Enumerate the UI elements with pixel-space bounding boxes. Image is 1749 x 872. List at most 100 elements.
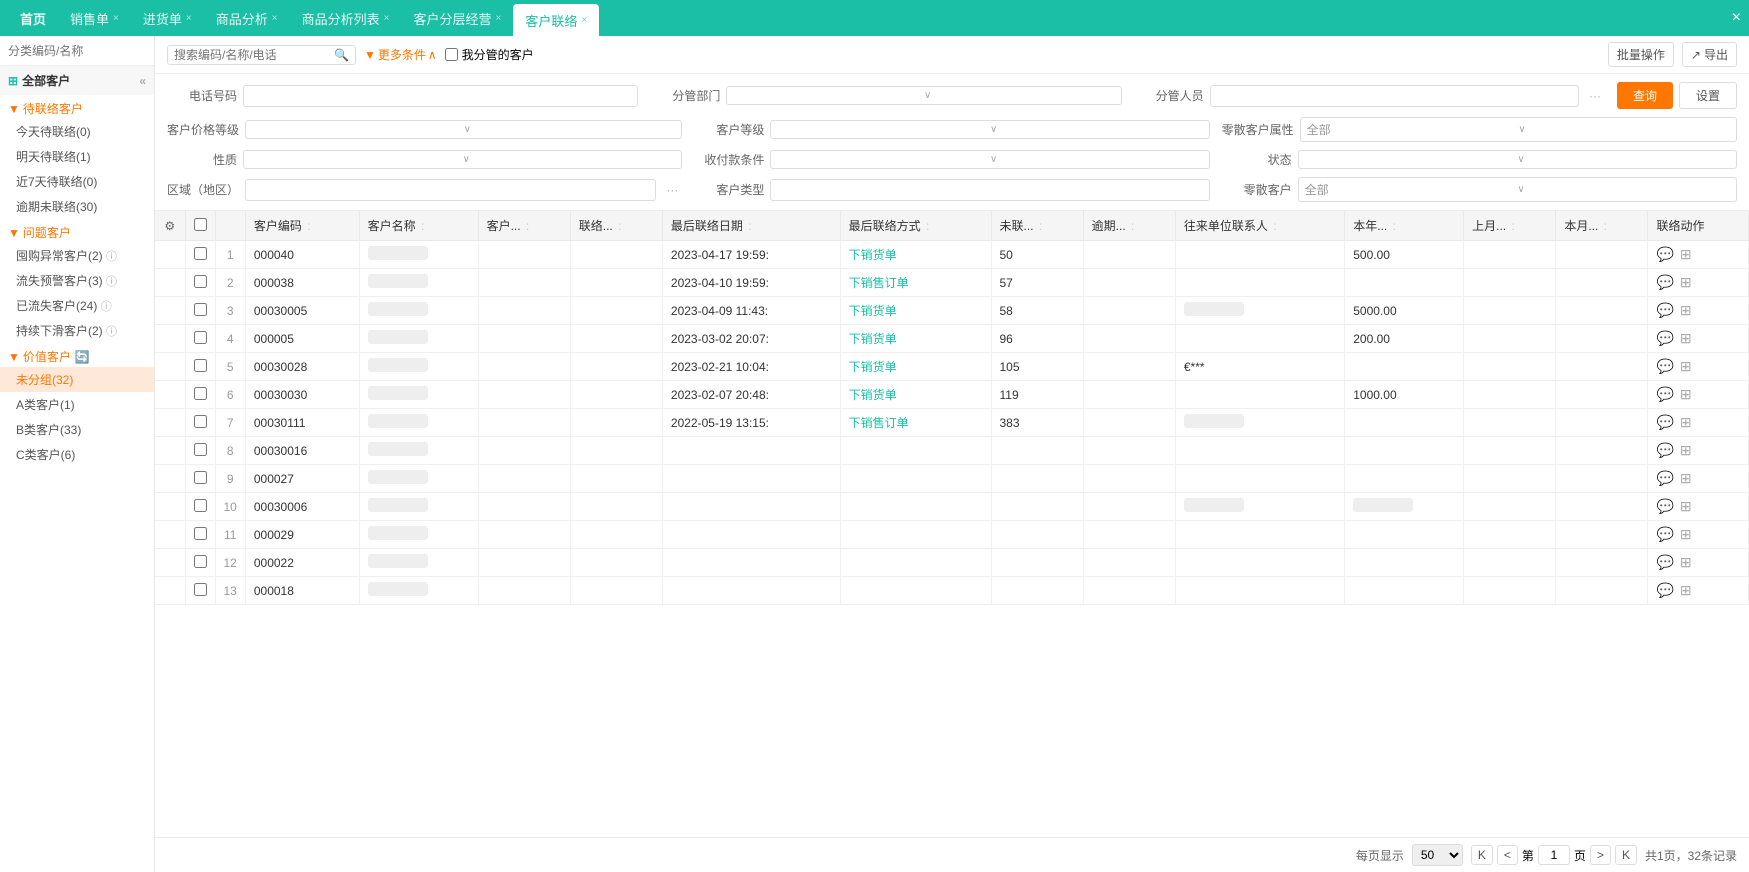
sidebar-item-class-c[interactable]: C类客户(6) xyxy=(0,442,154,467)
more-action-icon[interactable]: ⊞ xyxy=(1680,274,1692,291)
filter-search-icon[interactable]: 🔍 xyxy=(334,48,349,62)
sidebar-group-value[interactable]: ▼ 价值客户 🔄 xyxy=(0,343,154,367)
row-checkbox-cell[interactable] xyxy=(185,353,215,381)
refresh-icon[interactable]: 🔄 xyxy=(75,350,90,364)
nav-item-sales[interactable]: 销售单 × xyxy=(58,0,131,36)
last-contact-method[interactable]: 下销货单 xyxy=(840,353,991,381)
contact-icon[interactable]: 💬 xyxy=(1656,554,1673,571)
contact-method-link[interactable]: 下销货单 xyxy=(849,332,897,346)
last-page-btn[interactable]: K xyxy=(1615,845,1637,865)
retail-customer-select[interactable]: 全部 ∨ xyxy=(1298,177,1737,202)
more-action-icon[interactable]: ⊞ xyxy=(1680,386,1692,403)
contact-icon[interactable]: 💬 xyxy=(1656,470,1673,487)
contact-icon[interactable]: 💬 xyxy=(1656,526,1673,543)
next-page-btn[interactable]: > xyxy=(1590,845,1611,865)
row-checkbox-cell[interactable] xyxy=(185,493,215,521)
contact-method-link[interactable]: 下销售订单 xyxy=(849,416,909,430)
row-checkbox-cell[interactable] xyxy=(185,465,215,493)
sidebar-item-tomorrow-pending[interactable]: 明天待联络(1) xyxy=(0,144,154,169)
sidebar-group-problem[interactable]: ▼ 问题客户 xyxy=(0,219,154,243)
row-checkbox[interactable] xyxy=(194,247,207,260)
sidebar-item-unclassified[interactable]: 未分组(32) xyxy=(0,367,154,392)
nav-item-product-analysis[interactable]: 商品分析 × xyxy=(204,0,290,36)
close-customer-contact-icon[interactable]: × xyxy=(581,15,587,26)
nav-item-home[interactable]: 首页 xyxy=(8,0,58,36)
row-checkbox[interactable] xyxy=(194,471,207,484)
col-name[interactable]: 客户名称 : xyxy=(359,211,478,241)
contact-method-link[interactable]: 下销售订单 xyxy=(849,276,909,290)
row-checkbox-cell[interactable] xyxy=(185,409,215,437)
phone-input[interactable] xyxy=(243,85,638,107)
contact-icon[interactable]: 💬 xyxy=(1656,246,1673,263)
nav-item-product-analysis-list[interactable]: 商品分析列表 × xyxy=(290,0,402,36)
settings-icon[interactable]: ⚙ xyxy=(164,219,175,233)
region-input[interactable] xyxy=(245,179,656,201)
sidebar-search-box[interactable]: 🔍 xyxy=(0,36,154,66)
row-checkbox-cell[interactable] xyxy=(185,549,215,577)
close-purchase-icon[interactable]: × xyxy=(186,13,192,24)
last-contact-method[interactable]: 下销货单 xyxy=(840,241,991,269)
row-checkbox[interactable] xyxy=(194,303,207,316)
row-checkbox[interactable] xyxy=(194,499,207,512)
close-product-analysis-icon[interactable]: × xyxy=(272,13,278,24)
last-contact-method[interactable] xyxy=(840,493,991,521)
close-customer-tier-icon[interactable]: × xyxy=(495,13,501,24)
row-checkbox[interactable] xyxy=(194,359,207,372)
contact-method-link[interactable]: 下销货单 xyxy=(849,248,897,262)
customer-type-input[interactable] xyxy=(770,179,1209,201)
more-action-icon[interactable]: ⊞ xyxy=(1680,302,1692,319)
last-contact-method[interactable]: 下销货单 xyxy=(840,381,991,409)
retail-attr-select[interactable]: 全部 ∨ xyxy=(1300,117,1737,142)
row-checkbox-cell[interactable] xyxy=(185,241,215,269)
row-checkbox[interactable] xyxy=(194,331,207,344)
col-code[interactable]: 客户编码 : xyxy=(245,211,359,241)
dept-select[interactable]: ∨ xyxy=(726,86,1121,105)
contact-icon[interactable]: 💬 xyxy=(1656,274,1673,291)
more-action-icon[interactable]: ⊞ xyxy=(1680,526,1692,543)
status-select[interactable]: ∨ xyxy=(1298,150,1737,169)
payment-select[interactable]: ∨ xyxy=(770,150,1209,169)
first-page-btn[interactable]: K xyxy=(1471,845,1493,865)
price-tier-select[interactable]: ∨ xyxy=(245,120,682,139)
last-contact-method[interactable]: 下销货单 xyxy=(840,325,991,353)
row-checkbox[interactable] xyxy=(194,415,207,428)
contact-method-link[interactable]: 下销货单 xyxy=(849,360,897,374)
row-checkbox[interactable] xyxy=(194,583,207,596)
nav-item-customer-tier[interactable]: 客户分层经营 × xyxy=(401,0,513,36)
region-more-icon[interactable]: ··· xyxy=(662,183,682,197)
nav-item-customer-contact[interactable]: 客户联络 × xyxy=(513,4,599,36)
sidebar-item-hoarding-abnormal[interactable]: 囤购异常客户(2) ⓘ xyxy=(0,243,154,268)
row-checkbox-cell[interactable] xyxy=(185,381,215,409)
last-contact-method[interactable] xyxy=(840,549,991,577)
row-checkbox[interactable] xyxy=(194,275,207,288)
more-action-icon[interactable]: ⊞ xyxy=(1680,330,1692,347)
sidebar-group-pending[interactable]: ▼ 待联络客户 xyxy=(0,95,154,119)
last-contact-method[interactable] xyxy=(840,465,991,493)
manager-more-icon[interactable]: ··· xyxy=(1585,89,1605,103)
sidebar-item-churned[interactable]: 已流失客户(24) ⓘ xyxy=(0,293,154,318)
sidebar-item-class-a[interactable]: A类客户(1) xyxy=(0,392,154,417)
contact-icon[interactable]: 💬 xyxy=(1656,498,1673,515)
close-sales-icon[interactable]: × xyxy=(113,13,119,24)
customer-tier-select[interactable]: ∨ xyxy=(770,120,1209,139)
nav-item-purchase[interactable]: 进货单 × xyxy=(131,0,204,36)
batch-operation-btn[interactable]: 批量操作 xyxy=(1608,42,1674,67)
sidebar-item-overdue-pending[interactable]: 逾期未联络(30) xyxy=(0,194,154,219)
nature-select[interactable]: ∨ xyxy=(243,150,682,169)
row-checkbox[interactable] xyxy=(194,527,207,540)
last-contact-method[interactable] xyxy=(840,521,991,549)
my-customers-checkbox-label[interactable]: 我分管的客户 xyxy=(445,46,534,63)
sidebar-item-7day-pending[interactable]: 近7天待联络(0) xyxy=(0,169,154,194)
window-close-icon[interactable]: × xyxy=(1732,9,1741,27)
more-action-icon[interactable]: ⊞ xyxy=(1680,470,1692,487)
close-product-analysis-list-icon[interactable]: × xyxy=(384,13,390,24)
last-contact-method[interactable]: 下销货单 xyxy=(840,297,991,325)
prev-page-btn[interactable]: < xyxy=(1497,845,1518,865)
contact-method-link[interactable]: 下销货单 xyxy=(849,304,897,318)
filter-search-input[interactable] xyxy=(174,48,334,62)
contact-icon[interactable]: 💬 xyxy=(1656,330,1673,347)
sidebar-all-customers[interactable]: ⊞ 全部客户 « xyxy=(0,66,154,95)
contact-icon[interactable]: 💬 xyxy=(1656,582,1673,599)
contact-icon[interactable]: 💬 xyxy=(1656,358,1673,375)
last-contact-method[interactable]: 下销售订单 xyxy=(840,269,991,297)
